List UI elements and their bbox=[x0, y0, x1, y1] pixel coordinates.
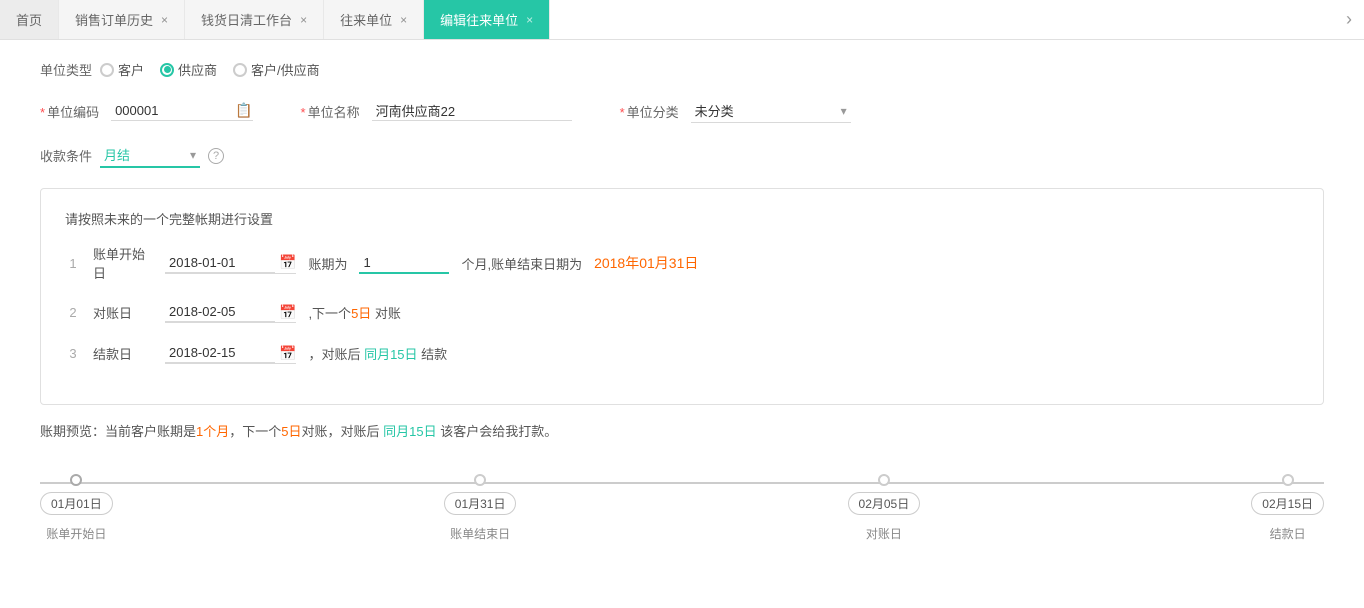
timeline-point-2: 02月05日 对账日 bbox=[848, 474, 921, 542]
timeline-label-0: 账单开始日 bbox=[46, 525, 106, 542]
unit-type-radio-group: 客户 供应商 客户/供应商 bbox=[100, 60, 320, 79]
preview-text: 账期预览：当前客户账期是1个月，下一个5日对账，对账后 同月15日 该客户会给我… bbox=[40, 421, 1324, 440]
payment-dropdown-arrow: ▾ bbox=[190, 148, 196, 162]
radio-circle-both bbox=[233, 63, 247, 77]
row-label-1: 账单开始日 bbox=[93, 244, 153, 282]
payment-desc: ，对账后 同月15日 结款 bbox=[308, 344, 447, 363]
timeline-date-3: 02月15日 bbox=[1251, 492, 1324, 515]
unit-info-row: *单位编码 📋 *单位名称 *单位分类 未分类 ▾ bbox=[40, 99, 1324, 123]
account-period-section: 请按照未来的一个完整帐期进行设置 1 账单开始日 📅 账期为 个月,账单结束日期… bbox=[40, 188, 1324, 405]
timeline-dot-0 bbox=[70, 474, 82, 486]
timeline-dot-3 bbox=[1282, 474, 1294, 486]
radio-both[interactable]: 客户/供应商 bbox=[233, 60, 320, 79]
unit-code-label: *单位编码 bbox=[40, 102, 99, 121]
reconciliation-row: 2 对账日 📅 ,下一个5日 对账 bbox=[65, 302, 1299, 323]
reconcile-date-input[interactable] bbox=[165, 302, 275, 322]
section-title: 请按照未来的一个完整帐期进行设置 bbox=[65, 209, 1299, 228]
unit-name-group: *单位名称 bbox=[301, 101, 572, 121]
timeline-date-1: 01月31日 bbox=[444, 492, 517, 515]
row-num-2: 2 bbox=[65, 305, 81, 320]
unit-code-input[interactable] bbox=[111, 101, 231, 120]
tab-partner[interactable]: 往来单位 × bbox=[324, 0, 424, 39]
category-dropdown-arrow: ▾ bbox=[841, 104, 847, 118]
close-tab-edit-partner[interactable]: × bbox=[526, 13, 533, 27]
start-date-calendar-icon[interactable]: 📅 bbox=[279, 254, 296, 271]
timeline-point-1: 01月31日 账单结束日 bbox=[444, 474, 517, 542]
tab-cash-work[interactable]: 钱货日清工作台 × bbox=[185, 0, 324, 39]
row-label-3: 结款日 bbox=[93, 344, 153, 363]
tab-home[interactable]: 首页 bbox=[0, 0, 59, 39]
preview-part3: 同月15日 bbox=[383, 424, 436, 439]
timeline-date-2: 02月05日 bbox=[848, 492, 921, 515]
unit-name-label: *单位名称 bbox=[301, 102, 360, 121]
timeline-label-2: 对账日 bbox=[866, 525, 902, 542]
unit-code-input-wrapper: 📋 bbox=[111, 101, 252, 121]
radio-supplier[interactable]: 供应商 bbox=[160, 60, 217, 79]
row-num-1: 1 bbox=[65, 256, 81, 271]
timeline-point-3: 02月15日 结款日 bbox=[1251, 474, 1324, 542]
timeline-point-0: 01月01日 账单开始日 bbox=[40, 474, 113, 542]
unit-name-input[interactable] bbox=[372, 101, 572, 121]
reconcile-date-calendar-icon[interactable]: 📅 bbox=[279, 304, 296, 321]
start-date-input-wrapper: 📅 bbox=[165, 253, 296, 274]
reconcile-day-highlight: 5日 bbox=[351, 306, 371, 321]
preview-part2: 5日 bbox=[281, 424, 301, 439]
unit-category-value: 未分类 bbox=[695, 101, 837, 120]
payment-date-input[interactable] bbox=[165, 343, 275, 363]
payment-condition-value: 月结 bbox=[104, 145, 186, 164]
unit-category-group: *单位分类 未分类 ▾ bbox=[620, 99, 851, 123]
payment-date-calendar-icon[interactable]: 📅 bbox=[279, 345, 296, 362]
close-tab-sales-history[interactable]: × bbox=[161, 13, 168, 27]
period-mid-text: 账期为 bbox=[308, 254, 347, 273]
payment-date-row: 3 结款日 📅 ，对账后 同月15日 结款 bbox=[65, 343, 1299, 364]
end-date-highlight: 2018年01月31日 bbox=[594, 253, 698, 273]
help-icon[interactable]: ? bbox=[208, 148, 224, 164]
timeline-dot-1 bbox=[474, 474, 486, 486]
unit-code-group: *单位编码 📋 bbox=[40, 101, 253, 121]
row-num-3: 3 bbox=[65, 346, 81, 361]
timeline-dot-2 bbox=[878, 474, 890, 486]
close-tab-partner[interactable]: × bbox=[400, 13, 407, 27]
tab-edit-partner[interactable]: 编辑往来单位 × bbox=[424, 0, 550, 39]
payment-condition-row: 收款条件 月结 ▾ ? bbox=[40, 143, 1324, 168]
timeline: 01月01日 账单开始日 01月31日 账单结束日 02月05日 对账日 02月… bbox=[40, 464, 1324, 542]
radio-customer[interactable]: 客户 bbox=[100, 60, 144, 79]
payment-date-input-wrapper: 📅 bbox=[165, 343, 296, 364]
start-date-input[interactable] bbox=[165, 253, 275, 273]
preview-part1: 1个月 bbox=[196, 424, 229, 439]
account-start-row: 1 账单开始日 📅 账期为 个月,账单结束日期为 2018年01月31日 bbox=[65, 244, 1299, 282]
timeline-label-1: 账单结束日 bbox=[450, 525, 510, 542]
period-unit-text: 个月,账单结束日期为 bbox=[461, 254, 582, 273]
reconcile-date-input-wrapper: 📅 bbox=[165, 302, 296, 323]
payment-condition-select[interactable]: 月结 ▾ bbox=[100, 143, 200, 168]
main-content: 单位类型 客户 供应商 客户/供应商 *单位编码 📋 bbox=[0, 40, 1364, 608]
unit-type-row: 单位类型 客户 供应商 客户/供应商 bbox=[40, 60, 1324, 79]
timeline-date-0: 01月01日 bbox=[40, 492, 113, 515]
unit-category-label: *单位分类 bbox=[620, 102, 679, 121]
tab-expand-button[interactable]: › bbox=[1334, 0, 1364, 39]
row-label-2: 对账日 bbox=[93, 303, 153, 322]
unit-category-select[interactable]: 未分类 ▾ bbox=[691, 99, 851, 123]
timeline-points: 01月01日 账单开始日 01月31日 账单结束日 02月05日 对账日 02月… bbox=[40, 474, 1324, 542]
timeline-label-3: 结款日 bbox=[1270, 525, 1306, 542]
payment-day-highlight: 同月15日 bbox=[364, 347, 417, 362]
radio-circle-supplier bbox=[160, 63, 174, 77]
tab-bar: 首页 销售订单历史 × 钱货日清工作台 × 往来单位 × 编辑往来单位 × › bbox=[0, 0, 1364, 40]
reconcile-desc: ,下一个5日 对账 bbox=[308, 303, 400, 322]
radio-circle-customer bbox=[100, 63, 114, 77]
close-tab-cash-work[interactable]: × bbox=[300, 13, 307, 27]
unit-code-icon[interactable]: 📋 bbox=[235, 102, 252, 119]
period-value-input[interactable] bbox=[359, 253, 449, 274]
unit-type-label: 单位类型 bbox=[40, 60, 92, 79]
payment-condition-label: 收款条件 bbox=[40, 146, 92, 165]
tab-sales-history[interactable]: 销售订单历史 × bbox=[59, 0, 185, 39]
